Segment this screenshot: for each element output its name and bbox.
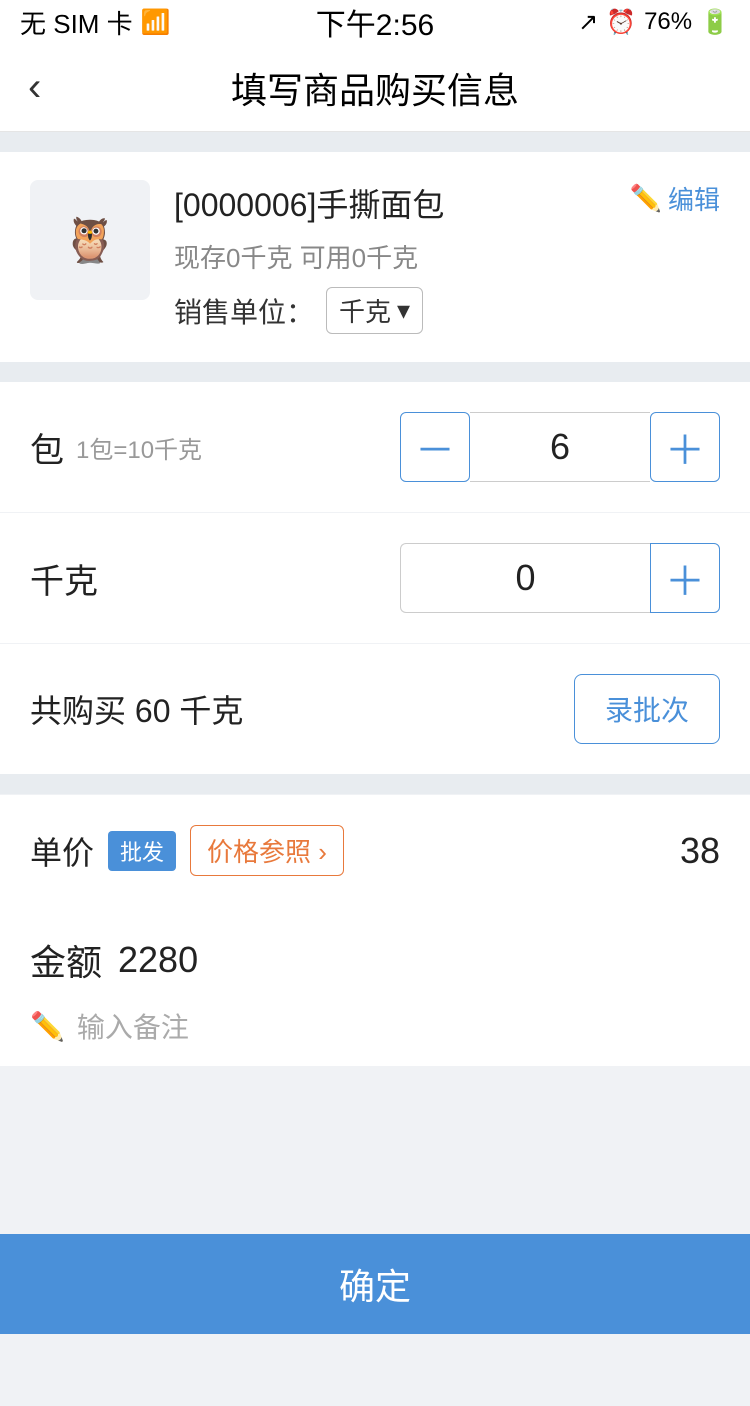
package-minus-button[interactable]: －: [400, 412, 470, 482]
status-left: 无 SIM 卡 📶: [20, 4, 171, 41]
product-thumb-icon: 🦉: [63, 214, 118, 266]
remark-label: 输入备注: [77, 1006, 189, 1046]
package-qty-row: 包 1包=10千克 － ＋: [0, 382, 750, 513]
amount-row: 金额 2280: [30, 934, 720, 986]
nav-bar: ‹ 填写商品购买信息: [0, 44, 750, 132]
kg-qty-input[interactable]: [400, 543, 650, 613]
pencil-icon: ✏️: [30, 1010, 65, 1043]
package-qty-controls: － ＋: [400, 412, 720, 482]
edit-icon: ✏️: [630, 183, 662, 214]
price-left: 单价 批发 价格参照 ›: [30, 825, 344, 876]
product-stock: 现存0千克 可用0千克: [174, 238, 720, 275]
status-time: 下午2:56: [316, 0, 434, 44]
package-hint: 1包=10千克: [76, 430, 400, 465]
package-plus-button[interactable]: ＋: [650, 412, 720, 482]
total-row: 共购买 60 千克 录批次: [0, 644, 750, 774]
section-gap-2: [0, 774, 750, 794]
page-title: 填写商品购买信息: [231, 62, 519, 114]
battery-level: 76%: [644, 8, 692, 36]
price-section: 单价 批发 价格参照 › 38: [0, 794, 750, 906]
kg-plus-button[interactable]: ＋: [650, 543, 720, 613]
price-value: 38: [680, 830, 720, 872]
package-qty-input[interactable]: [470, 412, 650, 482]
unit-label: 销售单位：: [174, 291, 314, 331]
amount-label: 金额: [30, 934, 102, 986]
back-button[interactable]: ‹: [28, 65, 41, 110]
product-name: [0000006]手撕面包: [174, 180, 444, 226]
kg-label: 千克: [30, 554, 400, 603]
kg-qty-controls: ＋: [400, 543, 720, 613]
price-tag: 批发: [108, 831, 176, 871]
product-card: 🦉 [0000006]手撕面包 ✏️ 编辑 现存0千克 可用0千克 销售单位： …: [0, 152, 750, 362]
total-text: 共购买 60 千克: [30, 686, 243, 732]
kg-qty-row: 千克 ＋: [0, 513, 750, 644]
product-name-row: [0000006]手撕面包 ✏️ 编辑: [174, 180, 720, 226]
status-bar: 无 SIM 卡 📶 下午2:56 ↗ ⏰ 76% 🔋: [0, 0, 750, 44]
product-thumbnail: 🦉: [30, 180, 150, 300]
confirm-button[interactable]: 确定: [0, 1234, 750, 1334]
battery-icon: 🔋: [700, 8, 730, 37]
unit-value: 千克: [339, 292, 391, 329]
package-label: 包: [30, 423, 64, 472]
carrier-label: 无 SIM 卡: [20, 4, 133, 41]
price-label: 单价: [30, 828, 94, 874]
status-right: ↗ ⏰ 76% 🔋: [578, 8, 730, 37]
product-info: [0000006]手撕面包 ✏️ 编辑 现存0千克 可用0千克 销售单位： 千克…: [174, 180, 720, 334]
price-ref-button[interactable]: 价格参照 ›: [190, 825, 344, 876]
batch-button[interactable]: 录批次: [574, 674, 720, 744]
section-gap-1: [0, 362, 750, 382]
unit-select[interactable]: 千克 ▾: [326, 287, 423, 334]
amount-section: 金额 2280 ✏️ 输入备注: [0, 906, 750, 1066]
top-divider: [0, 132, 750, 152]
alarm-icon: ⏰: [606, 8, 636, 37]
remark-row[interactable]: ✏️ 输入备注: [30, 1006, 720, 1046]
product-unit-row: 销售单位： 千克 ▾: [174, 287, 720, 334]
wifi-icon: 📶: [141, 8, 171, 37]
location-icon: ↗: [578, 8, 598, 37]
edit-button[interactable]: ✏️ 编辑: [630, 180, 720, 217]
chevron-down-icon: ▾: [397, 295, 410, 326]
amount-value: 2280: [118, 939, 198, 981]
